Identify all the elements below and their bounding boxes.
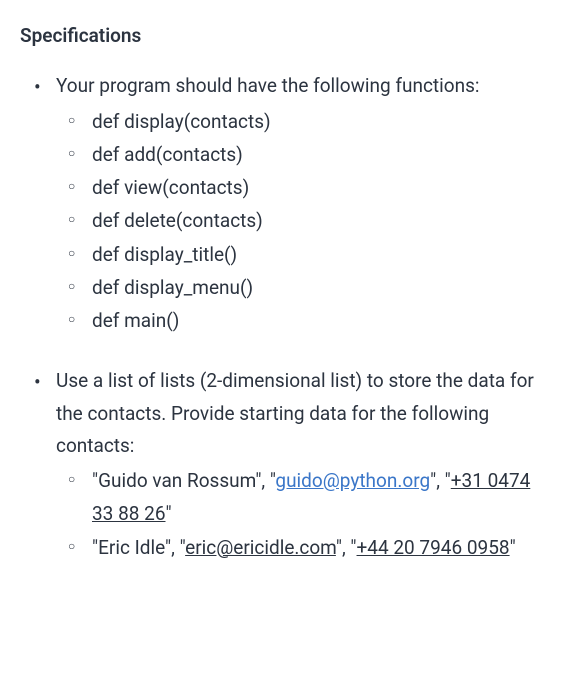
function-item: def delete(contacts) [92,204,543,237]
specifications-heading: Specifications [20,20,543,52]
contact-email-link[interactable]: guido@python.org [275,469,430,492]
function-item: def main() [92,304,543,337]
function-label: def view(contacts) [92,176,249,199]
contact-item: "Guido van Rossum", "guido@python.org", … [92,464,543,531]
function-item: def display_title() [92,238,543,271]
function-label: def display_title() [92,243,237,266]
spec-list: Your program should have the following f… [20,70,543,564]
spec-item-functions-text: Your program should have the following f… [56,74,479,97]
functions-list: def display(contacts) def add(contacts) … [56,105,543,338]
spec-item-functions: Your program should have the following f… [56,70,543,337]
contact-mid: ", " [430,469,451,492]
contact-prefix: "Guido van Rossum", " [92,469,275,492]
function-item: def view(contacts) [92,171,543,204]
spec-item-data-text: Use a list of lists (2-dimensional list)… [56,369,534,457]
function-label: def main() [92,309,179,332]
contact-mid: ", " [336,536,357,559]
contact-suffix: " [166,502,172,525]
spec-item-data: Use a list of lists (2-dimensional list)… [56,365,543,564]
contact-phone-link[interactable]: +44 20 7946 0958 [357,536,510,559]
function-item: def add(contacts) [92,138,543,171]
function-label: def add(contacts) [92,143,243,166]
function-label: def display(contacts) [92,110,271,133]
function-label: def display_menu() [92,276,253,299]
contact-item: "Eric Idle", "eric@ericidle.com", "+44 2… [92,531,543,564]
function-label: def delete(contacts) [92,209,263,232]
function-item: def display(contacts) [92,105,543,138]
contacts-list: "Guido van Rossum", "guido@python.org", … [56,464,543,564]
contact-suffix: " [510,536,516,559]
contact-prefix: "Eric Idle", " [92,536,185,559]
function-item: def display_menu() [92,271,543,304]
contact-email-link[interactable]: eric@ericidle.com [185,536,336,559]
